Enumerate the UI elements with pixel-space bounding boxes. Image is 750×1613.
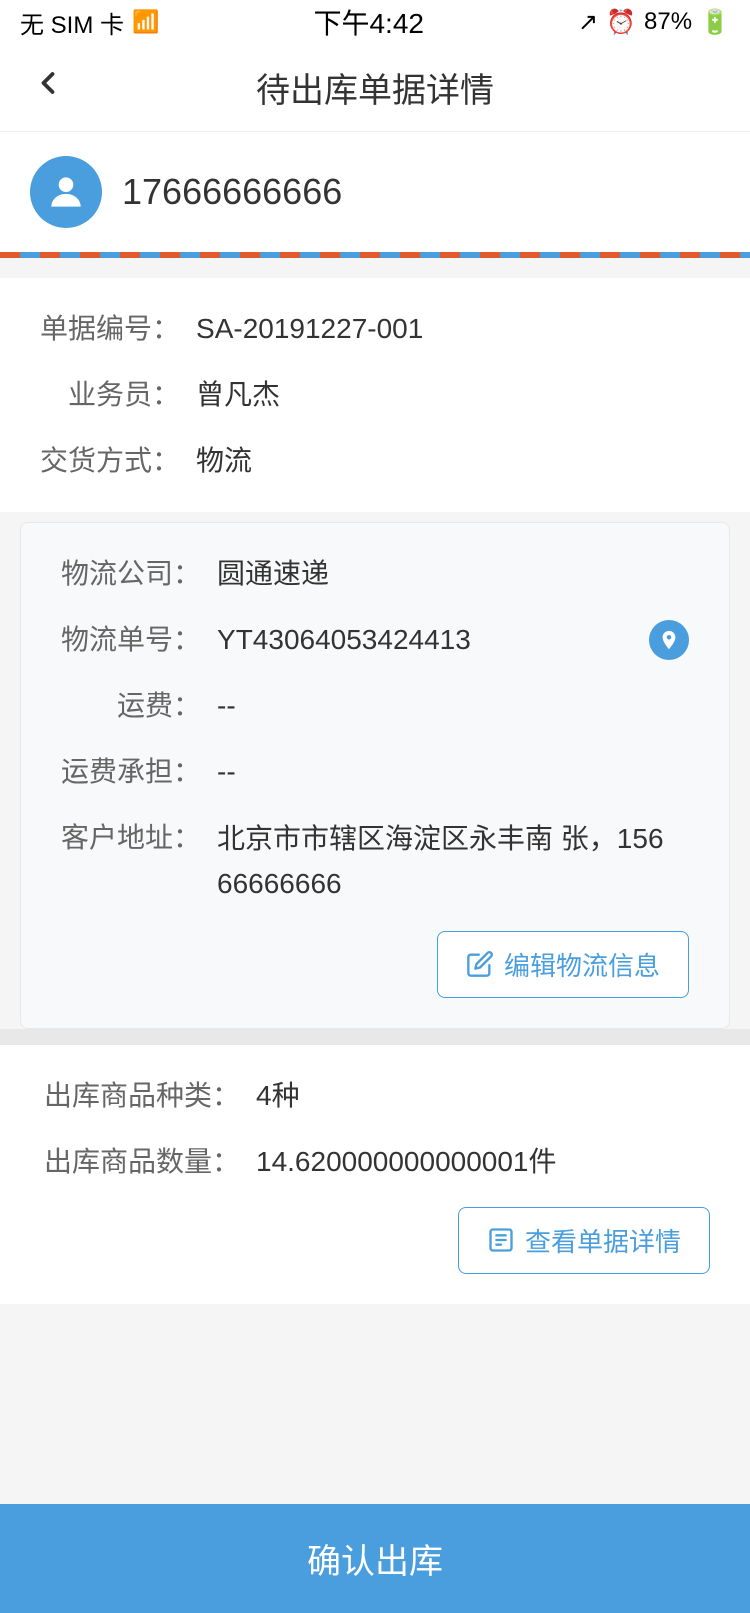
logistics-company-row: 物流公司： 圆通速递 <box>61 553 689 595</box>
address-row: 客户地址： 北京市市辖区海淀区永丰南 张，156 66666666 <box>61 817 689 907</box>
battery-icon: 🔋 <box>700 8 730 37</box>
freight-bear-value: -- <box>217 751 689 793</box>
freight-label: 运费： <box>61 685 201 727</box>
wifi-icon: 📶 <box>132 9 159 35</box>
section-divider <box>0 1029 750 1045</box>
freight-value: -- <box>217 685 689 727</box>
status-bar: 无 SIM 卡 📶 下午4:42 ↗ ⏰ 87% 🔋 <box>0 0 750 44</box>
logistics-company-label: 物流公司： <box>61 553 201 595</box>
goods-type-label: 出库商品种类： <box>40 1075 240 1117</box>
view-detail-button[interactable]: 查看单据详情 <box>458 1207 710 1274</box>
doc-number-value: SA-20191227-001 <box>196 308 710 350</box>
view-detail-button-row: 查看单据详情 <box>40 1207 710 1274</box>
carrier-label: 无 SIM 卡 <box>20 5 124 40</box>
dashed-divider <box>0 252 750 258</box>
delivery-value: 物流 <box>196 440 710 482</box>
delivery-row: 交货方式： 物流 <box>40 440 710 482</box>
freight-bear-row: 运费承担： -- <box>61 751 689 793</box>
doc-number-row: 单据编号： SA-20191227-001 <box>40 308 710 350</box>
goods-section: 出库商品种类： 4种 出库商品数量： 14.620000000000001件 查… <box>0 1045 750 1304</box>
salesman-value: 曾凡杰 <box>196 374 710 416</box>
doc-number-label: 单据编号： <box>40 308 180 350</box>
address-value: 北京市市辖区海淀区永丰南 张，156 66666666 <box>217 817 689 907</box>
tracking-row: 物流单号： YT43064053424413 <box>61 619 689 661</box>
delivery-label: 交货方式： <box>40 440 180 482</box>
map-location-icon[interactable] <box>649 620 689 660</box>
battery-label: 87% <box>644 8 692 36</box>
tracking-label: 物流单号： <box>61 619 201 661</box>
time-label: 下午4:42 <box>313 2 424 42</box>
confirm-button[interactable]: 确认出库 <box>0 1504 750 1613</box>
freight-row: 运费： -- <box>61 685 689 727</box>
goods-quantity-label: 出库商品数量： <box>40 1141 240 1183</box>
logistics-company-value: 圆通速递 <box>217 553 689 595</box>
status-left: 无 SIM 卡 📶 <box>20 5 159 40</box>
status-right: ↗ ⏰ 87% 🔋 <box>578 8 730 37</box>
goods-type-row: 出库商品种类： 4种 <box>40 1075 710 1117</box>
customer-phone: 17666666666 <box>122 171 342 213</box>
logistics-section: 物流公司： 圆通速递 物流单号： YT43064053424413 运费： --… <box>20 522 730 1029</box>
edit-button-row: 编辑物流信息 <box>61 931 689 998</box>
avatar <box>30 156 102 228</box>
address-label: 客户地址： <box>61 817 201 859</box>
back-button[interactable] <box>30 65 90 110</box>
page-title: 待出库单据详情 <box>256 63 494 112</box>
edit-logistics-button[interactable]: 编辑物流信息 <box>437 931 689 998</box>
goods-type-value: 4种 <box>256 1075 710 1117</box>
view-detail-label: 查看单据详情 <box>525 1222 681 1259</box>
goods-quantity-value: 14.620000000000001件 <box>256 1141 710 1183</box>
order-info-section: 单据编号： SA-20191227-001 业务员： 曾凡杰 交货方式： 物流 <box>0 278 750 512</box>
location-status-icon: ↗ <box>578 8 598 37</box>
salesman-row: 业务员： 曾凡杰 <box>40 374 710 416</box>
tracking-value: YT43064053424413 <box>217 619 637 661</box>
freight-bear-label: 运费承担： <box>61 751 201 793</box>
nav-bar: 待出库单据详情 <box>0 44 750 132</box>
alarm-icon: ⏰ <box>606 8 636 37</box>
customer-header: 17666666666 <box>0 132 750 252</box>
salesman-label: 业务员： <box>40 374 180 416</box>
edit-logistics-label: 编辑物流信息 <box>504 946 660 983</box>
goods-quantity-row: 出库商品数量： 14.620000000000001件 <box>40 1141 710 1183</box>
